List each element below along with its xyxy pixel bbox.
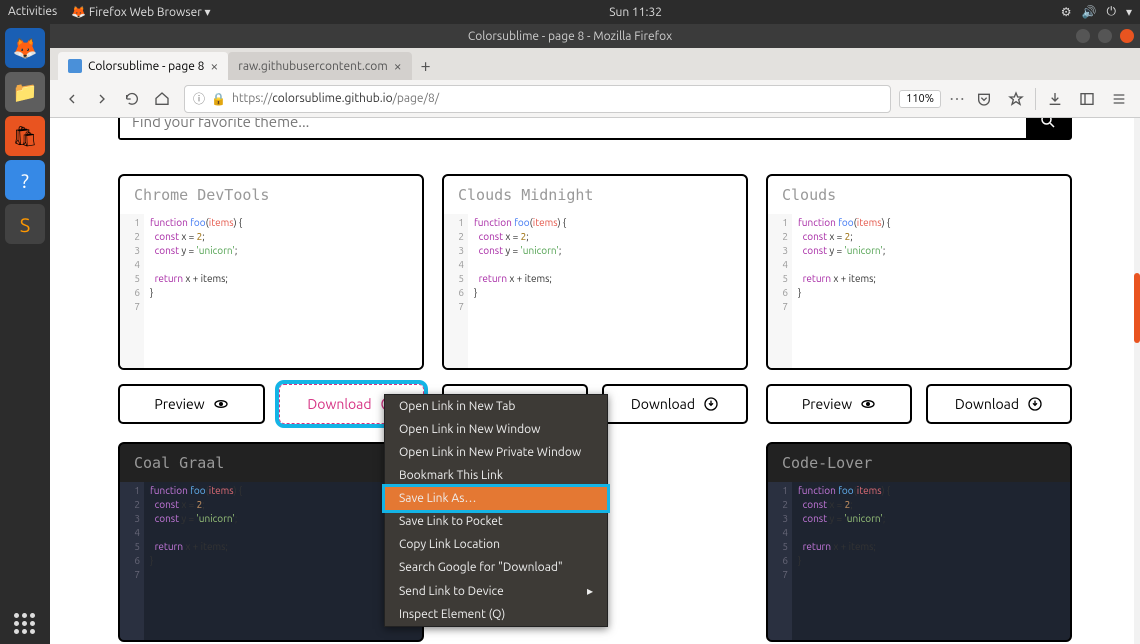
activities-button[interactable]: Activities — [8, 5, 57, 19]
context-menu: Open Link in New TabOpen Link in New Win… — [384, 394, 608, 627]
search-button[interactable] — [1026, 118, 1070, 138]
reload-button[interactable] — [118, 85, 146, 113]
theme-card: Clouds 1234567function foo(items) { cons… — [766, 174, 1072, 370]
context-menu-item[interactable]: Save Link As… — [385, 487, 607, 510]
lock-icon: 🔒 — [211, 92, 226, 106]
theme-search — [118, 118, 1072, 140]
launcher-sublime[interactable]: S — [5, 204, 45, 244]
tab-strip: Colorsublime - page 8 × raw.githubuserco… — [50, 48, 1140, 80]
context-menu-item[interactable]: Inspect Element (Q) — [385, 603, 607, 626]
context-menu-item[interactable]: Open Link in New Window — [385, 418, 607, 441]
context-menu-item[interactable]: Bookmark This Link — [385, 464, 607, 487]
browser-toolbar: ⓘ 🔒 https://colorsublime.github.io/page/… — [50, 80, 1140, 118]
clock[interactable]: Sun 11:32 — [211, 6, 1061, 19]
scrollbar[interactable] — [1134, 118, 1140, 644]
sidebar-icon[interactable] — [1074, 86, 1100, 112]
theme-title: Chrome DevTools — [120, 176, 422, 214]
theme-card: Coal Graal 1234567function foo(items) { … — [118, 442, 424, 642]
context-menu-item[interactable]: Send Link to Device▸ — [385, 579, 607, 603]
close-button[interactable] — [1120, 29, 1134, 43]
minimize-button[interactable] — [1076, 29, 1090, 43]
context-menu-item[interactable]: Search Google for "Download" — [385, 556, 607, 579]
zoom-indicator[interactable]: 110% — [899, 90, 941, 108]
theme-title: Clouds — [768, 176, 1070, 214]
user-menu-icon[interactable]: ▾ — [1126, 5, 1132, 19]
tab-label: raw.githubusercontent.com — [238, 60, 387, 73]
tab-raw-github[interactable]: raw.githubusercontent.com × — [228, 52, 411, 80]
network-icon[interactable]: ⚙ — [1061, 5, 1072, 19]
theme-title: Coal Graal — [120, 444, 422, 482]
page-actions-icon[interactable]: ⋯ — [949, 89, 965, 108]
info-icon[interactable]: ⓘ — [193, 90, 205, 107]
tab-colorsublime[interactable]: Colorsublime - page 8 × — [58, 52, 228, 80]
context-menu-item[interactable]: Save Link to Pocket — [385, 510, 607, 533]
tab-close-icon[interactable]: × — [210, 58, 218, 74]
downloads-icon[interactable] — [1042, 86, 1068, 112]
power-icon[interactable]: ⏻ — [1106, 5, 1116, 19]
theme-card: Clouds Midnight 1234567function foo(item… — [442, 174, 748, 370]
launcher-help[interactable]: ? — [5, 160, 45, 200]
download-button[interactable]: Download — [926, 384, 1072, 424]
favicon-icon — [68, 59, 82, 73]
back-button[interactable] — [58, 85, 86, 113]
window-title: Colorsublime - page 8 - Mozilla Firefox — [468, 30, 672, 43]
app-menu[interactable]: 🦊 Firefox Web Browser ▾ — [71, 5, 210, 19]
launcher-software[interactable]: 🛍 — [5, 116, 45, 156]
theme-card: Chrome DevTools 1234567function foo(item… — [118, 174, 424, 370]
ubuntu-launcher: 🦊 📁 🛍 ? S — [0, 24, 50, 644]
theme-title: Clouds Midnight — [444, 176, 746, 214]
download-button[interactable]: Download — [602, 384, 748, 424]
scrollbar-thumb[interactable] — [1134, 273, 1140, 343]
home-button[interactable] — [148, 85, 176, 113]
forward-button[interactable] — [88, 85, 116, 113]
theme-card: Code-Lover 1234567function foo(items) { … — [766, 442, 1072, 642]
url-bar[interactable]: ⓘ 🔒 https://colorsublime.github.io/page/… — [184, 85, 891, 113]
volume-icon[interactable]: 🔊 — [1082, 5, 1097, 19]
window-titlebar: Colorsublime - page 8 - Mozilla Firefox — [0, 24, 1140, 48]
maximize-button[interactable] — [1098, 29, 1112, 43]
tab-label: Colorsublime - page 8 — [88, 60, 204, 73]
preview-button[interactable]: Preview — [766, 384, 912, 424]
launcher-apps-grid[interactable] — [14, 613, 35, 634]
preview-button[interactable]: Preview — [118, 384, 265, 424]
pocket-icon[interactable] — [971, 86, 997, 112]
tab-close-icon[interactable]: × — [394, 58, 402, 74]
context-menu-item[interactable]: Open Link in New Tab — [385, 395, 607, 418]
launcher-firefox[interactable]: 🦊 — [5, 28, 45, 68]
theme-title: Code-Lover — [768, 444, 1070, 482]
context-menu-item[interactable]: Copy Link Location — [385, 533, 607, 556]
search-input[interactable] — [120, 118, 1026, 138]
gnome-topbar: Activities 🦊 Firefox Web Browser ▾ Sun 1… — [0, 0, 1140, 24]
context-menu-item[interactable]: Open Link in New Private Window — [385, 441, 607, 464]
new-tab-button[interactable]: + — [412, 52, 440, 80]
bookmark-icon[interactable] — [1003, 86, 1029, 112]
launcher-files[interactable]: 📁 — [5, 72, 45, 112]
menu-icon[interactable] — [1106, 86, 1132, 112]
